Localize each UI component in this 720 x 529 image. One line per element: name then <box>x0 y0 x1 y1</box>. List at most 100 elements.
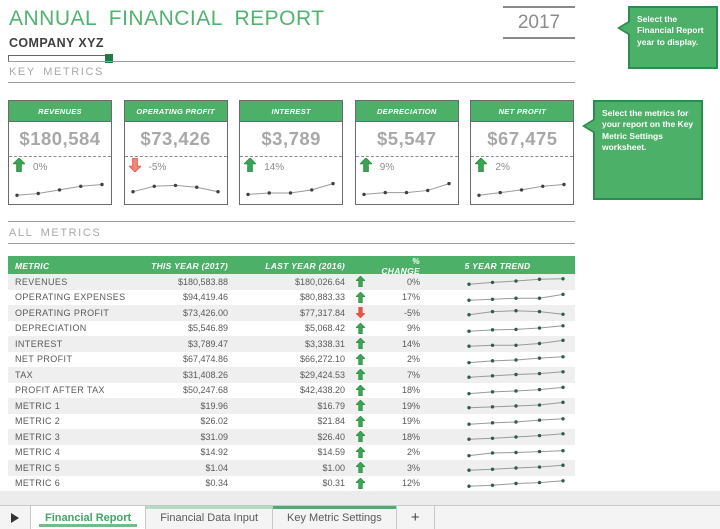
sheet-nav-button[interactable] <box>0 506 30 529</box>
metric-card-title: INTEREST <box>240 101 343 122</box>
cell-this-year: $14.92 <box>200 447 228 458</box>
metric-card-title: REVENUES <box>9 101 111 122</box>
metric-card-title: DEPRECIATION <box>355 101 458 122</box>
cell-metric: OPERATING EXPENSES <box>15 292 126 303</box>
table-header: METRIC THIS YEAR (2017) LAST YEAR (2016)… <box>8 256 575 276</box>
tab-financial-data-input[interactable]: Financial Data Input <box>146 506 274 529</box>
tab-color-strip <box>146 506 273 509</box>
cell-metric: PROFIT AFTER TAX <box>15 385 105 396</box>
page-title: ANNUAL FINANCIAL REPORT <box>9 7 325 30</box>
metric-card[interactable]: REVENUES $180,584 0% <box>8 100 112 205</box>
cell-pct-change: 3% <box>406 462 420 473</box>
up-arrow-icon <box>355 322 365 334</box>
table-row[interactable]: TAX $31,408.26 $29,424.53 7% <box>8 367 575 383</box>
trend-sparkline <box>467 338 565 349</box>
table-row[interactable]: METRIC 2 $26.02 $21.84 19% <box>8 414 575 430</box>
add-sheet-button[interactable]: + <box>397 506 435 529</box>
cell-pct-change: 12% <box>401 478 420 489</box>
up-arrow-icon <box>355 400 365 412</box>
year-callout: Select the Financial Report year to disp… <box>617 6 718 69</box>
table-row[interactable]: METRIC 6 $0.34 $0.31 12% <box>8 476 575 492</box>
table-row[interactable]: INTEREST $3,789.47 $3,338.31 14% <box>8 336 575 352</box>
trend-sparkline <box>467 385 565 396</box>
cell-last-year: $16.79 <box>317 400 345 411</box>
trend-sparkline <box>362 181 451 197</box>
trend-sparkline <box>467 370 565 380</box>
up-arrow-icon <box>355 338 365 350</box>
tab-color-strip <box>273 506 396 509</box>
metric-card[interactable]: OPERATING PROFIT $73,426 -5% <box>123 100 228 205</box>
cell-metric: METRIC 6 <box>15 478 61 489</box>
section-all-metrics: ALL METRICS <box>9 227 102 239</box>
col-metric: METRIC <box>15 261 50 271</box>
table-row[interactable]: OPERATING EXPENSES $94,419.46 $80,883.33… <box>8 290 575 306</box>
cell-this-year: $50,247.68 <box>182 385 228 396</box>
cell-this-year: $5,546.89 <box>187 323 228 334</box>
table-row[interactable]: METRIC 1 $19.96 $16.79 19% <box>8 398 575 414</box>
metric-card-pct: -5% <box>148 161 167 173</box>
callout-arrow-icon <box>617 20 630 36</box>
cell-pct-change: 2% <box>406 354 420 365</box>
divider <box>8 221 575 222</box>
cell-pct-change: 0% <box>406 276 420 287</box>
down-arrow-icon <box>127 157 142 173</box>
trend-sparkline <box>477 182 567 197</box>
cell-metric: METRIC 3 <box>15 431 61 442</box>
metric-card[interactable]: NET PROFIT $67,475 2% <box>470 100 575 205</box>
cell-this-year: $1.04 <box>205 462 228 473</box>
cell-metric: INTEREST <box>15 338 63 349</box>
cell-metric: METRIC 2 <box>15 416 61 427</box>
table-row[interactable]: METRIC 4 $14.92 $14.59 2% <box>8 445 575 461</box>
cell-metric: METRIC 1 <box>15 400 61 411</box>
cell-metric: METRIC 4 <box>15 447 61 458</box>
divider <box>8 61 575 62</box>
cell-this-year: $31.09 <box>200 431 228 442</box>
trend-sparkline <box>467 432 565 442</box>
table-row[interactable]: REVENUES $180,583.88 $180,026.64 0% <box>8 274 575 290</box>
up-arrow-icon <box>355 369 365 381</box>
cell-last-year: $66,272.10 <box>299 354 345 365</box>
up-arrow-icon <box>355 353 365 365</box>
cell-metric: DEPRECIATION <box>15 323 87 334</box>
tab-financial-report[interactable]: Financial Report <box>30 506 147 529</box>
callout-arrow-icon <box>582 118 595 134</box>
table-row[interactable]: NET PROFIT $67,474.86 $66,272.10 2% <box>8 352 575 368</box>
cell-pct-change: 9% <box>406 323 420 334</box>
cell-this-year: $31,408.26 <box>182 369 228 380</box>
tab-key-metric-settings[interactable]: Key Metric Settings <box>273 506 397 529</box>
worksheet: ANNUAL FINANCIAL REPORT COMPANY XYZ KEY … <box>0 0 720 529</box>
cell-last-year: $14.59 <box>317 447 345 458</box>
up-arrow-icon <box>355 291 365 303</box>
cell-metric: REVENUES <box>15 276 68 287</box>
cell-last-year: $0.31 <box>322 478 345 489</box>
trend-sparkline <box>15 182 104 197</box>
metric-card[interactable]: DEPRECIATION $5,547 9% <box>354 100 459 205</box>
cell-metric: TAX <box>15 369 34 380</box>
cell-pct-change: 17% <box>401 292 420 303</box>
cell-metric: NET PROFIT <box>15 354 73 365</box>
metric-card-pct: 9% <box>379 161 395 173</box>
metric-card-value: $73,426 <box>140 128 211 149</box>
table-row[interactable]: METRIC 5 $1.04 $1.00 3% <box>8 460 575 476</box>
down-arrow-icon <box>355 307 365 319</box>
trend-sparkline <box>467 416 565 426</box>
cell-this-year: $67,474.86 <box>182 354 228 365</box>
metrics-callout: Select the metrics for your report on th… <box>582 100 703 200</box>
cell-last-year: $77,317.84 <box>299 307 345 318</box>
table-row[interactable]: PROFIT AFTER TAX $50,247.68 $42,438.20 1… <box>8 383 575 399</box>
cell-pct-change: -5% <box>403 307 420 318</box>
sheet-tabs: Financial Report Financial Data Input Key … <box>30 506 397 529</box>
cell-last-year: $26.40 <box>317 431 345 442</box>
metric-card[interactable]: INTEREST $3,789 14% <box>239 100 344 205</box>
up-arrow-icon <box>243 156 258 172</box>
table-row[interactable]: METRIC 3 $31.09 $26.40 18% <box>8 429 575 445</box>
table-row[interactable]: DEPRECIATION $5,546.89 $5,068.42 9% <box>8 321 575 337</box>
cell-last-year: $42,438.20 <box>299 385 345 396</box>
metric-card-value: $5,547 <box>377 128 437 149</box>
status-strip <box>0 491 720 505</box>
table-row[interactable]: OPERATING PROFIT $73,426.00 $77,317.84 -… <box>8 305 575 321</box>
metric-card-pct: 14% <box>264 161 285 173</box>
metric-card-pct: 0% <box>33 161 48 173</box>
up-arrow-icon <box>355 446 365 458</box>
year-selector[interactable]: 2017 <box>503 6 575 39</box>
